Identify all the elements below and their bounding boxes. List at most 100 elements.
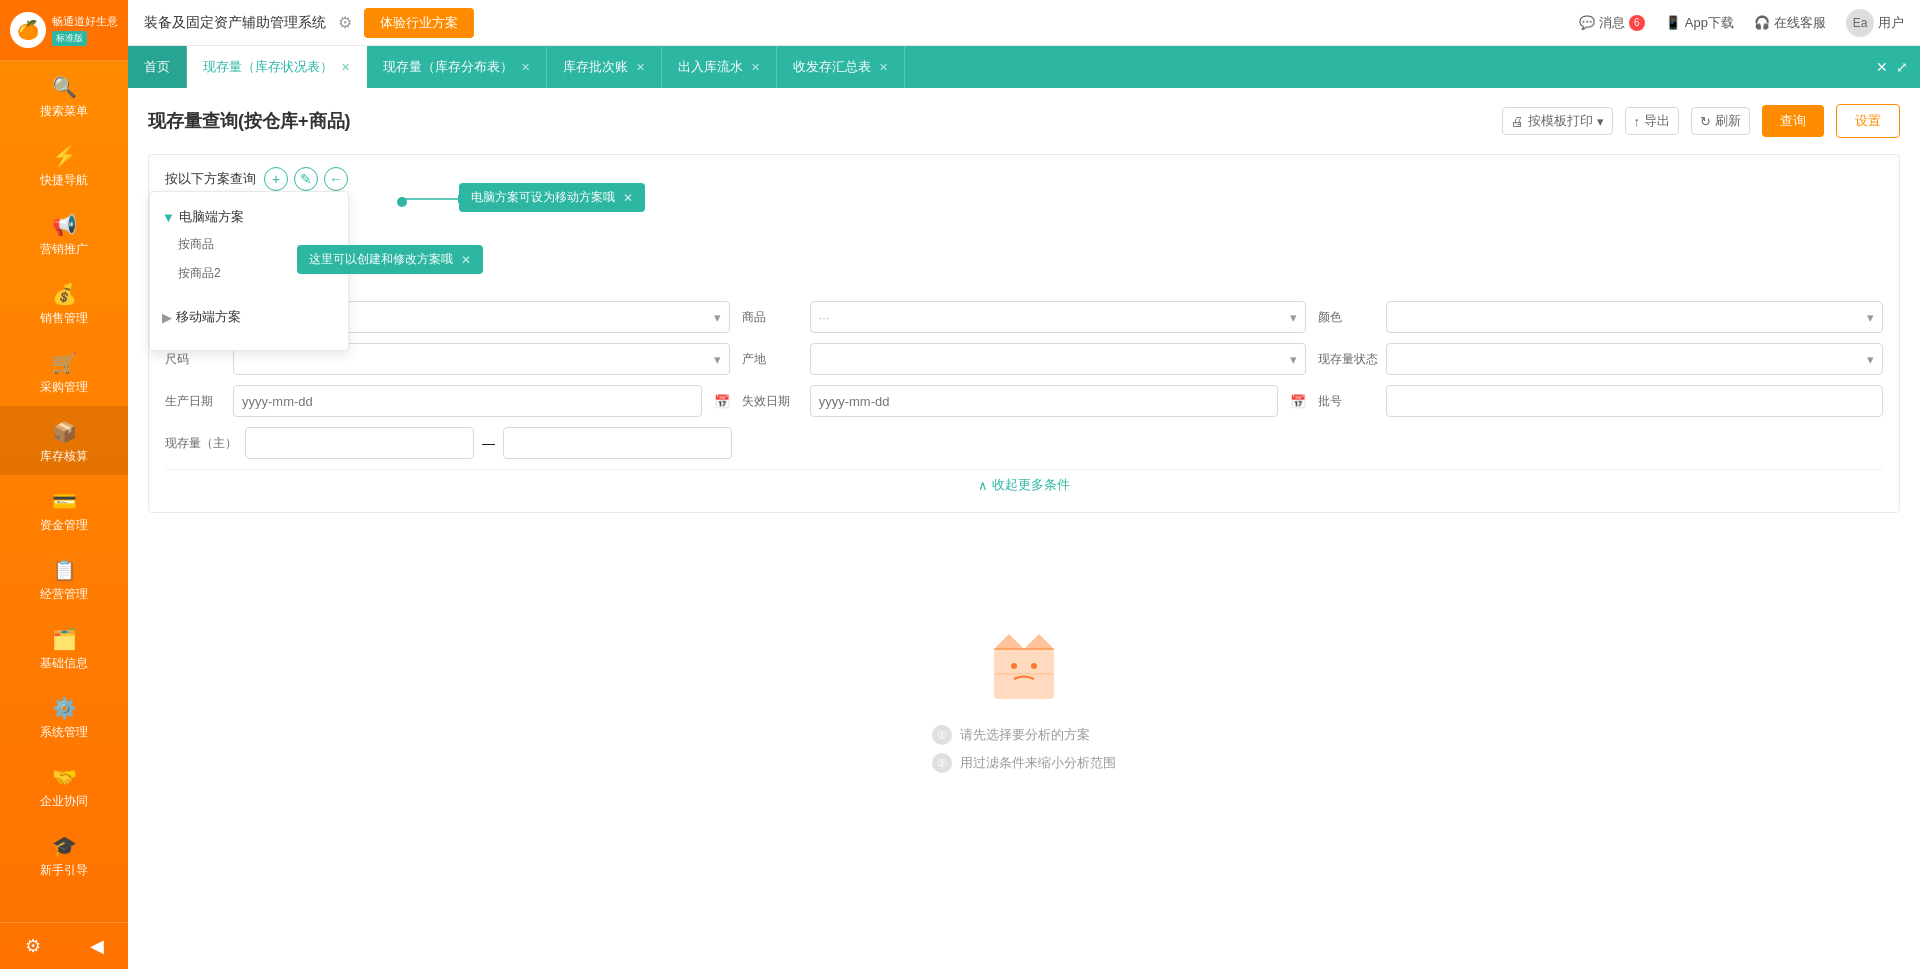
filter-label: 按以下方案查询 [165,170,256,188]
online-support-label: 在线客服 [1774,14,1826,32]
settings-btn[interactable]: 设置 [1836,104,1900,138]
sidebar-item-label: 采购管理 [40,379,88,396]
headset-icon: 🎧 [1754,15,1770,30]
empty-svg [974,609,1074,709]
filter-stock-qty: 现存量（主） — [165,427,732,459]
logo-text: 畅通道好生意 标准版 [52,14,118,46]
topbar-title: 装备及固定资产辅助管理系统 [144,14,326,32]
tab-batch-account[interactable]: 库存批次账 ✕ [547,46,662,88]
scheme-tooltip-2-close[interactable]: ✕ [461,253,471,267]
sidebar-item-base[interactable]: 🗂️ 基础信息 [0,613,128,682]
inventory-icon: 📦 [52,420,77,444]
product-select[interactable]: ··· ▾ [810,301,1307,333]
refresh-btn[interactable]: ↻ 刷新 [1691,107,1750,135]
sidebar-item-marketing[interactable]: 📢 营销推广 [0,199,128,268]
select-arrow-icon-2: ▾ [1290,310,1297,325]
quick-icon: ⚡ [52,144,77,168]
sidebar-item-inventory[interactable]: 📦 库存核算 [0,406,128,475]
logo-icon: 🍊 [10,12,46,48]
sidebar-item-search[interactable]: 🔍 搜索菜单 [0,61,128,130]
app-download-btn[interactable]: 📱 App下载 [1665,14,1734,32]
query-btn[interactable]: 查询 [1762,105,1824,137]
notification-badge: 6 [1629,15,1645,31]
tab-inventory-status-close[interactable]: ✕ [341,61,350,74]
filter-rows: 仓库 ··· ▾ 商品 ··· ▾ [165,301,1883,459]
scheme-group-pc-title[interactable]: ▼ 电脑端方案 [162,204,336,230]
sidebar-item-label: 快捷导航 [40,172,88,189]
topbar: 装备及固定资产辅助管理系统 ⚙ 体验行业方案 💬 消息 6 📱 App下载 🎧 … [128,0,1920,46]
sidebar-item-enterprise[interactable]: 🤝 企业协同 [0,751,128,820]
sidebar-item-quick[interactable]: ⚡ 快捷导航 [0,130,128,199]
chevron-right-icon: ▼ [162,210,175,225]
sidebar-item-label: 新手引导 [40,862,88,879]
sidebar-item-sales[interactable]: 💰 销售管理 [0,268,128,337]
sidebar-item-label: 资金管理 [40,517,88,534]
sidebar-item-purchase[interactable]: 🛒 采购管理 [0,337,128,406]
sidebar-item-label: 搜索菜单 [40,103,88,120]
collapse-filter-btn[interactable]: ∧ 收起更多条件 [165,469,1883,500]
sidebar-logo: 🍊 畅通道好生意 标准版 [0,0,128,61]
prod-date-input[interactable] [233,385,702,417]
purchase-icon: 🛒 [52,351,77,375]
tab-in-out-flow-close[interactable]: ✕ [751,61,760,74]
scheme-tooltip-1-close[interactable]: ✕ [623,191,633,205]
export-btn[interactable]: ↑ 导出 [1625,107,1680,135]
stock-status-select[interactable]: ▾ [1386,343,1883,375]
tab-home-label: 首页 [144,58,170,76]
scheme-group-mobile-title[interactable]: ▶ 移动端方案 [162,304,336,330]
tab-home[interactable]: 首页 [128,46,187,88]
sidebar-item-operations[interactable]: 📋 经营管理 [0,544,128,613]
empty-illustration [974,609,1074,709]
empty-step-1: ① 请先选择要分析的方案 [932,725,1116,745]
tab-inventory-dist[interactable]: 现存量（库存分布表） ✕ [367,46,547,88]
back-scheme-btn[interactable]: ← [324,167,348,191]
color-select[interactable]: ▾ [1386,301,1883,333]
tab-receive-summary-close[interactable]: ✕ [879,61,888,74]
sidebar-collapse-btn[interactable]: ◀ [90,935,104,957]
select-arrow-icon-5: ▾ [1290,352,1297,367]
batch-no-input[interactable] [1386,385,1883,417]
stock-qty-max-input[interactable] [503,427,732,459]
sidebar-item-label: 企业协同 [40,793,88,810]
topbar-settings-icon[interactable]: ⚙ [338,13,352,32]
sidebar-item-system[interactable]: ⚙️ 系统管理 [0,682,128,751]
edit-scheme-btn[interactable]: ✎ [294,167,318,191]
sidebar-settings-btn[interactable]: ⚙ [25,935,41,957]
tab-fullscreen-icon[interactable]: ⤢ [1896,59,1908,75]
notifications-btn[interactable]: 💬 消息 6 [1579,14,1645,32]
calendar-icon-2[interactable]: 📅 [1290,394,1306,409]
sidebar-item-finance[interactable]: 💳 资金管理 [0,475,128,544]
calendar-icon-1[interactable]: 📅 [714,394,730,409]
connector-dot-1 [397,197,407,207]
filter-row-1: 仓库 ··· ▾ 商品 ··· ▾ [165,301,1883,333]
filter-stock-status: 现存量状态 ▾ [1318,343,1883,375]
tab-inventory-dist-close[interactable]: ✕ [521,61,530,74]
dropdown-arrow-icon: ▾ [1597,114,1604,129]
tab-in-out-flow[interactable]: 出入库流水 ✕ [662,46,777,88]
svg-point-3 [1011,663,1017,669]
user-initial: Ea [1853,16,1868,30]
solution-btn[interactable]: 体验行业方案 [364,8,474,38]
tab-batch-account-close[interactable]: ✕ [636,61,645,74]
online-support-btn[interactable]: 🎧 在线客服 [1754,14,1826,32]
app-download-label: App下载 [1685,14,1734,32]
add-scheme-btn[interactable]: + [264,167,288,191]
tab-receive-summary[interactable]: 收发存汇总表 ✕ [777,46,905,88]
origin-select[interactable]: ▾ [810,343,1307,375]
select-arrow-icon: ▾ [714,310,721,325]
tab-receive-summary-label: 收发存汇总表 [793,58,871,76]
sidebar-item-label: 经营管理 [40,586,88,603]
tab-close-all-icon[interactable]: ✕ [1876,59,1888,75]
scheme-tooltip-1: 电脑方案可设为移动方案哦 ✕ [459,183,645,212]
empty-step-2: ② 用过滤条件来缩小分析范围 [932,753,1116,773]
filter-row-2: 尺码 ▾ 产地 ▾ [165,343,1883,375]
sidebar-item-guide[interactable]: 🎓 新手引导 [0,820,128,889]
expire-date-input[interactable] [810,385,1279,417]
tabs-actions: ✕ ⤢ [1876,59,1920,75]
tab-inventory-status[interactable]: 现存量（库存状况表） ✕ [187,46,367,88]
filter-product: 商品 ··· ▾ [742,301,1307,333]
print-template-btn[interactable]: 🖨 按模板打印 ▾ [1502,107,1613,135]
user-avatar-btn[interactable]: Ea 用户 [1846,9,1904,37]
filter-section: 按以下方案查询 + ✎ ← ▼ 电脑端方案 [148,154,1900,513]
stock-qty-min-input[interactable] [245,427,474,459]
